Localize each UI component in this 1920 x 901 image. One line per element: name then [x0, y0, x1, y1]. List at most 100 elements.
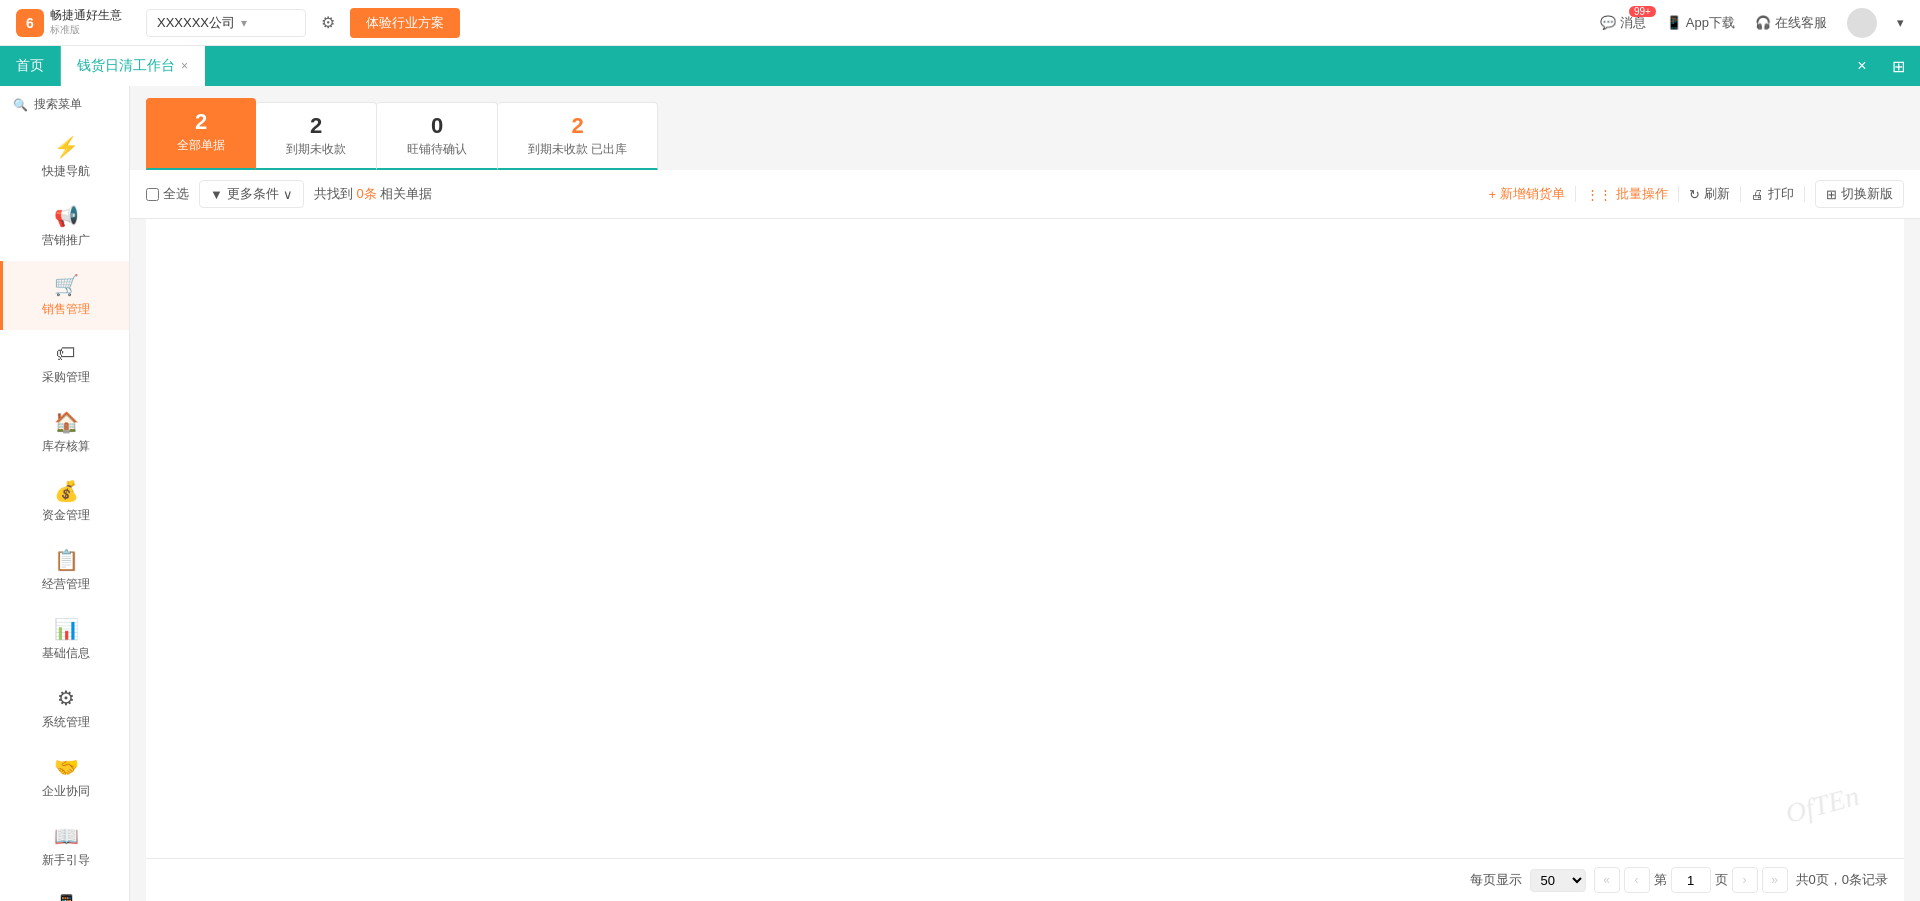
last-page-button[interactable]: » [1762, 867, 1788, 893]
trial-button[interactable]: 体验行业方案 [350, 8, 460, 38]
sidebar-item-inventory[interactable]: 🏠 库存核算 [0, 398, 129, 467]
found-text: 共找到 0条 相关单据 [314, 185, 432, 203]
sidebar-label-inventory: 库存核算 [42, 438, 90, 455]
next-page-button[interactable]: › [1732, 867, 1758, 893]
system-icon: ⚙ [57, 686, 75, 710]
app-center-icon: 📱 [54, 893, 79, 901]
refresh-button[interactable]: ↻ 刷新 [1689, 185, 1730, 203]
stat-number-due-undelivered: 2 [572, 113, 584, 139]
main-layout: 🔍 搜索菜单 ⚡ 快捷导航 📢 营销推广 🛒 销售管理 🏷 采购管理 🏠 库存核… [0, 86, 1920, 901]
stat-number-due-uncollected: 2 [310, 113, 322, 139]
online-service-item[interactable]: 🎧 在线客服 [1755, 14, 1827, 32]
toolbar: 全选 ▼ 更多条件 ∨ 共找到 0条 相关单据 + 新增销货单 ⋮⋮ 批 [130, 170, 1920, 219]
purchase-icon: 🏷 [56, 342, 76, 365]
collapse-icon[interactable]: × [1848, 52, 1876, 80]
settings-icon[interactable]: ⚙ [312, 7, 344, 39]
search-menu-item[interactable]: 🔍 搜索菜单 [0, 86, 129, 123]
app-download-item[interactable]: 📱 App下载 [1666, 14, 1735, 32]
sidebar-label-basic-info: 基础信息 [42, 645, 90, 662]
company-selector[interactable]: XXXXXX公司 ▾ [146, 9, 306, 37]
refresh-icon: ↻ [1689, 187, 1700, 202]
sidebar-item-marketing[interactable]: 📢 营销推广 [0, 192, 129, 261]
select-all-checkbox[interactable]: 全选 [146, 185, 189, 203]
nav-right-actions: × ⊞ [1848, 52, 1920, 80]
sidebar-item-sales[interactable]: 🛒 销售管理 [0, 261, 129, 330]
stats-tabs-wrapper: 2 全部单据 2 到期未收款 0 旺铺待确认 2 到期未收款 已出库 [130, 86, 1920, 170]
page-size-label: 每页显示 [1470, 871, 1522, 889]
app-download-label: App下载 [1686, 14, 1735, 32]
search-icon: 🔍 [13, 98, 28, 112]
guide-icon: 📖 [54, 824, 79, 848]
sidebar-item-guide[interactable]: 📖 新手引导 [0, 812, 129, 881]
sidebar-label-quick-nav: 快捷导航 [42, 163, 90, 180]
page-size-select[interactable]: 50 10 20 100 [1530, 869, 1586, 892]
nav-tabs: 首页 钱货日清工作台 × × ⊞ [0, 46, 1920, 86]
found-prefix: 共找到 [314, 186, 353, 201]
user-name[interactable]: ▾ [1897, 15, 1904, 30]
stats-tabs: 2 全部单据 2 到期未收款 0 旺铺待确认 2 到期未收款 已出库 [146, 98, 1904, 170]
sidebar-label-system: 系统管理 [42, 714, 90, 731]
more-filter-button[interactable]: ▼ 更多条件 ∨ [199, 180, 304, 208]
page-number-input[interactable] [1671, 867, 1711, 893]
sidebar-item-system[interactable]: ⚙ 系统管理 [0, 674, 129, 743]
stat-label-wangpu: 旺铺待确认 [407, 141, 467, 158]
add-order-button[interactable]: + 新增销货单 [1488, 185, 1565, 203]
online-service-label: 在线客服 [1775, 14, 1827, 32]
filter-chevron: ∨ [283, 187, 293, 202]
found-suffix: 相关单据 [380, 186, 432, 201]
batch-operation-button[interactable]: ⋮⋮ 批量操作 [1586, 185, 1668, 203]
prev-page-button[interactable]: ‹ [1624, 867, 1650, 893]
print-label: 打印 [1768, 185, 1794, 203]
print-icon: 🖨 [1751, 187, 1764, 202]
finance-icon: 💰 [54, 479, 79, 503]
table-area [146, 219, 1904, 858]
avatar[interactable] [1847, 8, 1877, 38]
online-service-icon: 🎧 [1755, 15, 1771, 30]
stat-label-due-undelivered: 到期未收款 已出库 [528, 141, 627, 158]
select-all-label: 全选 [163, 185, 189, 203]
print-button[interactable]: 🖨 打印 [1751, 185, 1794, 203]
sidebar-item-finance[interactable]: 💰 资金管理 [0, 467, 129, 536]
tab-close-icon[interactable]: × [181, 59, 188, 73]
logo-area: 6 畅捷通好生意 标准版 [16, 8, 146, 38]
sidebar-item-quick-nav[interactable]: ⚡ 快捷导航 [0, 123, 129, 192]
filter-icon: ▼ [210, 187, 223, 202]
first-page-button[interactable]: « [1594, 867, 1620, 893]
sidebar-item-purchase[interactable]: 🏷 采购管理 [0, 330, 129, 398]
select-all-input[interactable] [146, 188, 159, 201]
stat-label-due-uncollected: 到期未收款 [286, 141, 346, 158]
stat-number-wangpu: 0 [431, 113, 443, 139]
add-icon: + [1488, 187, 1496, 202]
tab-home[interactable]: 首页 [0, 46, 61, 86]
page-navigation: « ‹ 第 页 › » [1594, 867, 1788, 893]
switch-version-button[interactable]: ⊞ 切换新版 [1815, 180, 1904, 208]
stat-tab-due-uncollected[interactable]: 2 到期未收款 [256, 102, 377, 170]
sidebar-label-purchase: 采购管理 [42, 369, 90, 386]
sidebar-label-enterprise: 企业协同 [42, 783, 90, 800]
stat-tab-due-undelivered[interactable]: 2 到期未收款 已出库 [498, 102, 658, 170]
separator-3 [1740, 186, 1741, 202]
sidebar-item-basic-info[interactable]: 📊 基础信息 [0, 605, 129, 674]
page-label: 第 [1654, 871, 1667, 889]
marketing-icon: 📢 [54, 204, 79, 228]
sidebar-item-enterprise[interactable]: 🤝 企业协同 [0, 743, 129, 812]
chevron-down-icon: ▾ [241, 16, 247, 30]
quick-nav-icon: ⚡ [54, 135, 79, 159]
batch-label: 批量操作 [1616, 185, 1668, 203]
enterprise-icon: 🤝 [54, 755, 79, 779]
batch-icon: ⋮⋮ [1586, 187, 1612, 202]
sidebar-item-app-center[interactable]: 📱 应用中心 [0, 881, 129, 901]
tab-work-bench[interactable]: 钱货日清工作台 × [61, 46, 205, 86]
top-bar: 6 畅捷通好生意 标准版 XXXXXX公司 ▾ ⚙ 体验行业方案 💬 消息 99… [0, 0, 1920, 46]
expand-icon[interactable]: ⊞ [1884, 52, 1912, 80]
stat-tab-all[interactable]: 2 全部单据 [146, 98, 256, 170]
sidebar-label-guide: 新手引导 [42, 852, 90, 869]
message-item[interactable]: 💬 消息 99+ [1600, 14, 1646, 32]
message-badge: 99+ [1629, 6, 1656, 17]
stat-tab-wangpu[interactable]: 0 旺铺待确认 [377, 102, 498, 170]
logo-icon: 6 [16, 9, 44, 37]
message-icon: 💬 [1600, 15, 1616, 30]
sidebar-item-operations[interactable]: 📋 经营管理 [0, 536, 129, 605]
filter-label: 更多条件 [227, 185, 279, 203]
logo-text: 畅捷通好生意 [50, 8, 122, 24]
